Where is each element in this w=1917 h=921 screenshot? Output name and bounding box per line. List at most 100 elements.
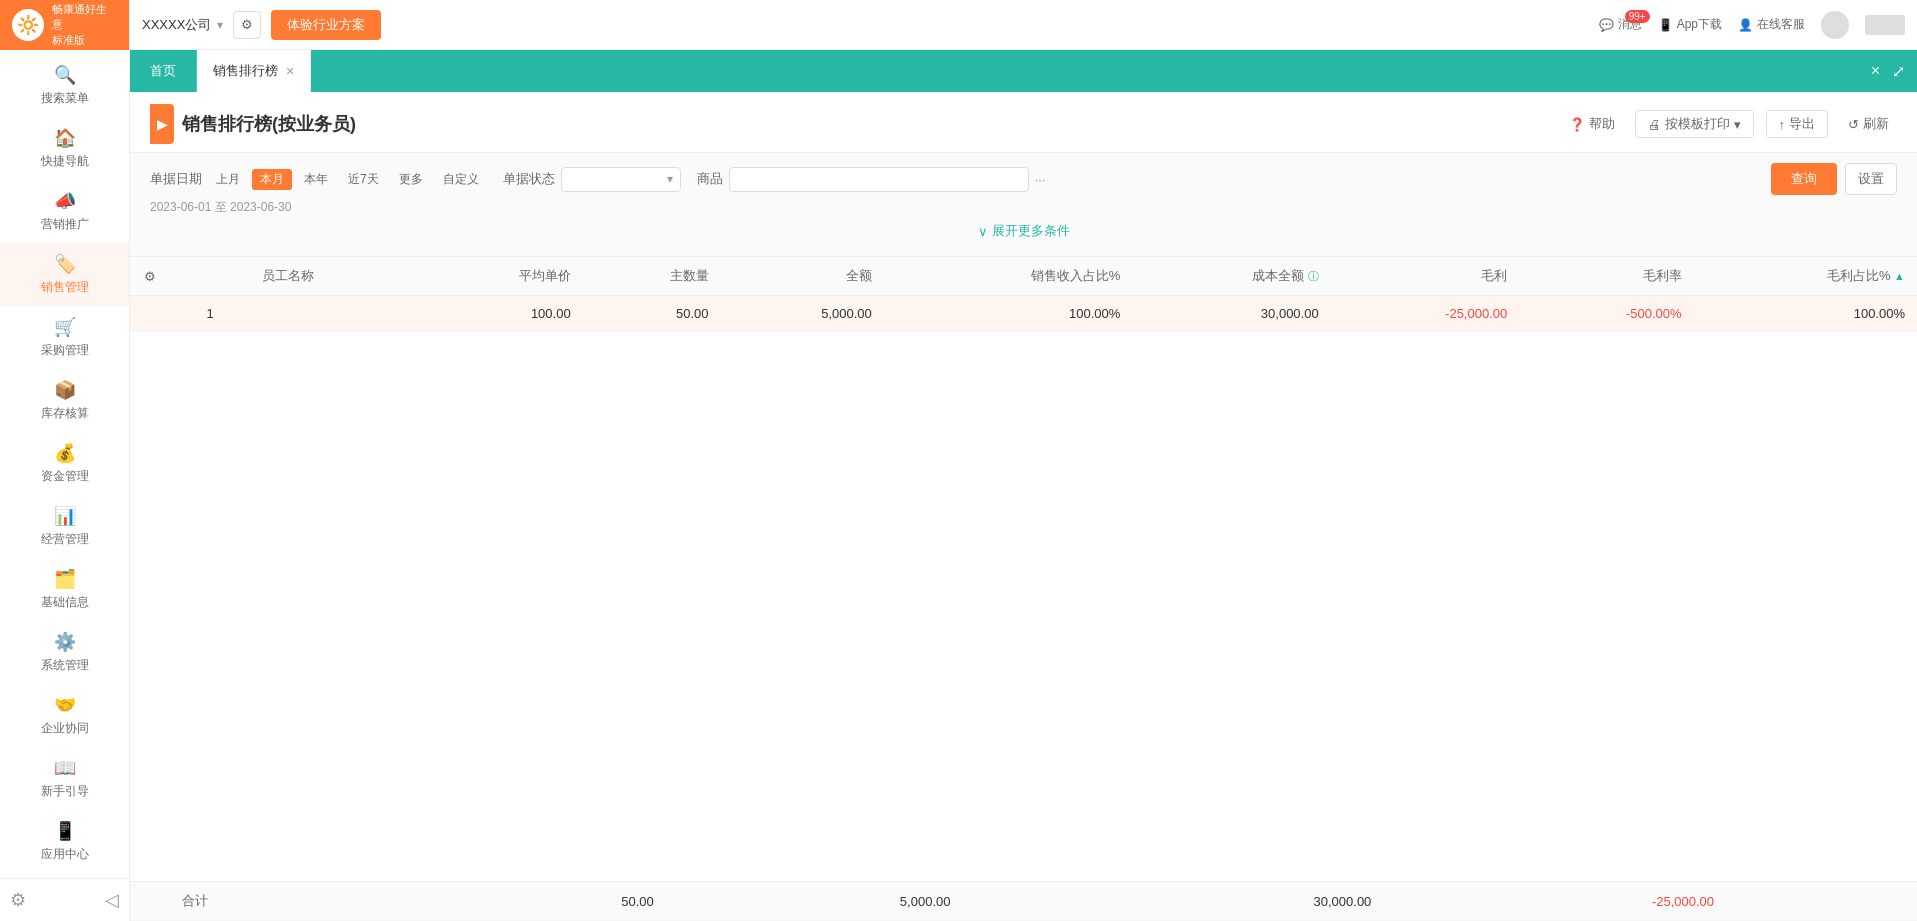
refresh-icon: ↺ bbox=[1848, 117, 1859, 132]
cell-amount: 5,000.00 bbox=[721, 296, 884, 332]
settings-icon: ⚙ bbox=[241, 17, 253, 32]
user-name bbox=[1865, 15, 1905, 35]
avatar[interactable] bbox=[1821, 11, 1849, 39]
sidebar-item-label: 资金管理 bbox=[41, 468, 89, 485]
table-container: ⚙ 员工名称 平均单价 主数量 全额 销售收入占比% 成本全额 ⓘ 毛利 毛利率… bbox=[130, 257, 1917, 881]
cell-rank: 1 bbox=[170, 296, 250, 332]
col-employee: 员工名称 bbox=[250, 257, 416, 296]
collapse-icon[interactable]: ◁ bbox=[105, 889, 119, 911]
page-header: ▶ 销售排行榜(按业务员) ❓ 帮助 🖨 按模板打印 ▾ ↑ 导 bbox=[130, 92, 1917, 153]
settings-button[interactable]: 设置 bbox=[1845, 163, 1897, 195]
message-icon: 💬 bbox=[1599, 18, 1614, 32]
basic-info-icon: 🗂️ bbox=[54, 568, 76, 590]
trial-button[interactable]: 体验行业方案 bbox=[271, 10, 381, 40]
page-container: ▶ 销售排行榜(按业务员) ❓ 帮助 🖨 按模板打印 ▾ ↑ 导 bbox=[130, 92, 1917, 921]
sidebar-item-purchase[interactable]: 🛒 采购管理 bbox=[0, 306, 129, 369]
sidebar-item-app-center[interactable]: 📱 应用中心 bbox=[0, 810, 129, 873]
sidebar-item-label: 搜索菜单 bbox=[41, 90, 89, 107]
expand-more-btn[interactable]: ∨ 展开更多条件 bbox=[150, 216, 1897, 246]
purchase-icon: 🛒 bbox=[54, 316, 76, 338]
sidebar-item-guide[interactable]: 📖 新手引导 bbox=[0, 747, 129, 810]
col-cost: 成本全额 ⓘ bbox=[1132, 257, 1330, 296]
date-tab-year[interactable]: 本年 bbox=[296, 169, 336, 190]
system-icon: ⚙️ bbox=[54, 631, 76, 653]
filter-area: 单据日期 上月 本月 本年 近7天 更多 自定义 单据状态 bbox=[130, 153, 1917, 257]
date-tab-prev[interactable]: 上月 bbox=[208, 169, 248, 190]
home-icon: 🏠 bbox=[54, 127, 76, 149]
more-icon[interactable]: ··· bbox=[1035, 172, 1046, 187]
sidebar-item-basic-info[interactable]: 🗂️ 基础信息 bbox=[0, 558, 129, 621]
sidebar-item-label: 基础信息 bbox=[41, 594, 89, 611]
window-maximize-icon[interactable]: ⤢ bbox=[1892, 62, 1905, 81]
service-icon: 👤 bbox=[1738, 18, 1753, 32]
status-label: 单据状态 bbox=[503, 170, 555, 188]
template-print-btn[interactable]: 🖨 按模板打印 ▾ bbox=[1635, 110, 1754, 138]
goods-label: 商品 bbox=[697, 170, 723, 188]
page-title: 销售排行榜(按业务员) bbox=[182, 112, 356, 136]
cell-employee bbox=[250, 296, 416, 332]
status-select[interactable] bbox=[561, 167, 681, 192]
message-btn[interactable]: 💬 消息 99+ bbox=[1599, 16, 1642, 33]
sidebar-item-quick-nav[interactable]: 🏠 快捷导航 bbox=[0, 117, 129, 180]
sidebar-item-label: 经营管理 bbox=[41, 531, 89, 548]
footer-gross-pct bbox=[1821, 882, 1917, 921]
cell-gross-profit: -25,000.00 bbox=[1331, 296, 1520, 332]
window-close-icon[interactable]: × bbox=[1871, 62, 1880, 80]
footer-label: 合计 bbox=[170, 882, 250, 921]
sidebar-item-search[interactable]: 🔍 搜索菜单 bbox=[0, 54, 129, 117]
date-label: 单据日期 bbox=[150, 170, 202, 188]
col-gross-pct: 毛利占比% ▲ bbox=[1694, 257, 1917, 296]
col-gross-margin: 毛利率 bbox=[1519, 257, 1693, 296]
inventory-icon: 📦 bbox=[54, 379, 76, 401]
refresh-btn[interactable]: ↺ 刷新 bbox=[1840, 111, 1897, 137]
export-btn[interactable]: ↑ 导出 bbox=[1766, 110, 1829, 138]
date-tab-7days[interactable]: 近7天 bbox=[340, 169, 387, 190]
tab-home[interactable]: 首页 bbox=[130, 50, 197, 92]
sidebar-item-sales[interactable]: 🏷️ 销售管理 bbox=[0, 243, 129, 306]
main-area: XXXXX公司 ▾ ⚙ 体验行业方案 💬 消息 99+ 📱 App下载 👤 在线… bbox=[130, 0, 1917, 921]
footer-row: 合计 50.00 5,000.00 30,000.00 -25,000.00 bbox=[130, 882, 1917, 921]
sidebar-item-enterprise-collab[interactable]: 🤝 企业协同 bbox=[0, 684, 129, 747]
date-tab-current[interactable]: 本月 bbox=[252, 169, 292, 190]
col-avg-price: 平均单价 bbox=[416, 257, 582, 296]
cell-settings bbox=[130, 296, 170, 332]
tab-sales-ranking[interactable]: 销售排行榜 × bbox=[197, 50, 311, 92]
sidebar-item-marketing[interactable]: 📣 营销推广 bbox=[0, 180, 129, 243]
sidebar-item-label: 销售管理 bbox=[41, 279, 89, 296]
date-tab-custom[interactable]: 自定义 bbox=[435, 169, 487, 190]
date-tabs: 上月 本月 本年 近7天 更多 自定义 bbox=[208, 169, 487, 190]
app-download-icon: 📱 bbox=[1658, 18, 1673, 32]
footer-cost: 30,000.00 bbox=[1058, 882, 1383, 921]
sidebar-item-label: 系统管理 bbox=[41, 657, 89, 674]
table-header-row: ⚙ 员工名称 平均单价 主数量 全额 销售收入占比% 成本全额 ⓘ 毛利 毛利率… bbox=[130, 257, 1917, 296]
print-icon: 🖨 bbox=[1648, 117, 1661, 132]
date-filter: 单据日期 上月 本月 本年 近7天 更多 自定义 bbox=[150, 169, 487, 190]
col-settings: ⚙ bbox=[130, 257, 170, 296]
collab-icon: 🤝 bbox=[54, 694, 76, 716]
sidebar-item-system[interactable]: ⚙️ 系统管理 bbox=[0, 621, 129, 684]
footer-avg-price bbox=[345, 882, 440, 921]
help-btn[interactable]: ❓ 帮助 bbox=[1561, 111, 1623, 137]
header-settings-btn[interactable]: ⚙ bbox=[233, 11, 261, 39]
app-center-icon: 📱 bbox=[54, 820, 76, 842]
content-area: ▶ 销售排行榜(按业务员) ❓ 帮助 🖨 按模板打印 ▾ ↑ 导 bbox=[130, 92, 1917, 921]
goods-input[interactable] bbox=[729, 167, 1029, 192]
cell-quantity: 50.00 bbox=[583, 296, 721, 332]
sidebar-item-operations[interactable]: 📊 经营管理 bbox=[0, 495, 129, 558]
sidebar-item-inventory[interactable]: 📦 库存核算 bbox=[0, 369, 129, 432]
sidebar-item-finance[interactable]: 💰 资金管理 bbox=[0, 432, 129, 495]
collapse-filter-btn[interactable]: ▶ bbox=[150, 104, 174, 144]
sales-icon: 🏷️ bbox=[54, 253, 76, 275]
gear-icon[interactable]: ⚙ bbox=[10, 889, 26, 911]
tab-close-icon[interactable]: × bbox=[286, 63, 294, 79]
cell-gross-pct: 100.00% bbox=[1694, 296, 1917, 332]
col-rank bbox=[170, 257, 250, 296]
table-row: 1 100.00 50.00 5,000.00 100.00% 30,000.0… bbox=[130, 296, 1917, 332]
footer-gross-profit: -25,000.00 bbox=[1383, 882, 1726, 921]
online-service-label: 在线客服 bbox=[1757, 16, 1805, 33]
app-download-btn[interactable]: 📱 App下载 bbox=[1658, 16, 1722, 33]
date-tab-more[interactable]: 更多 bbox=[391, 169, 431, 190]
online-service-btn[interactable]: 👤 在线客服 bbox=[1738, 16, 1805, 33]
query-button[interactable]: 查询 bbox=[1771, 163, 1837, 195]
company-selector[interactable]: XXXXX公司 ▾ bbox=[142, 16, 223, 34]
